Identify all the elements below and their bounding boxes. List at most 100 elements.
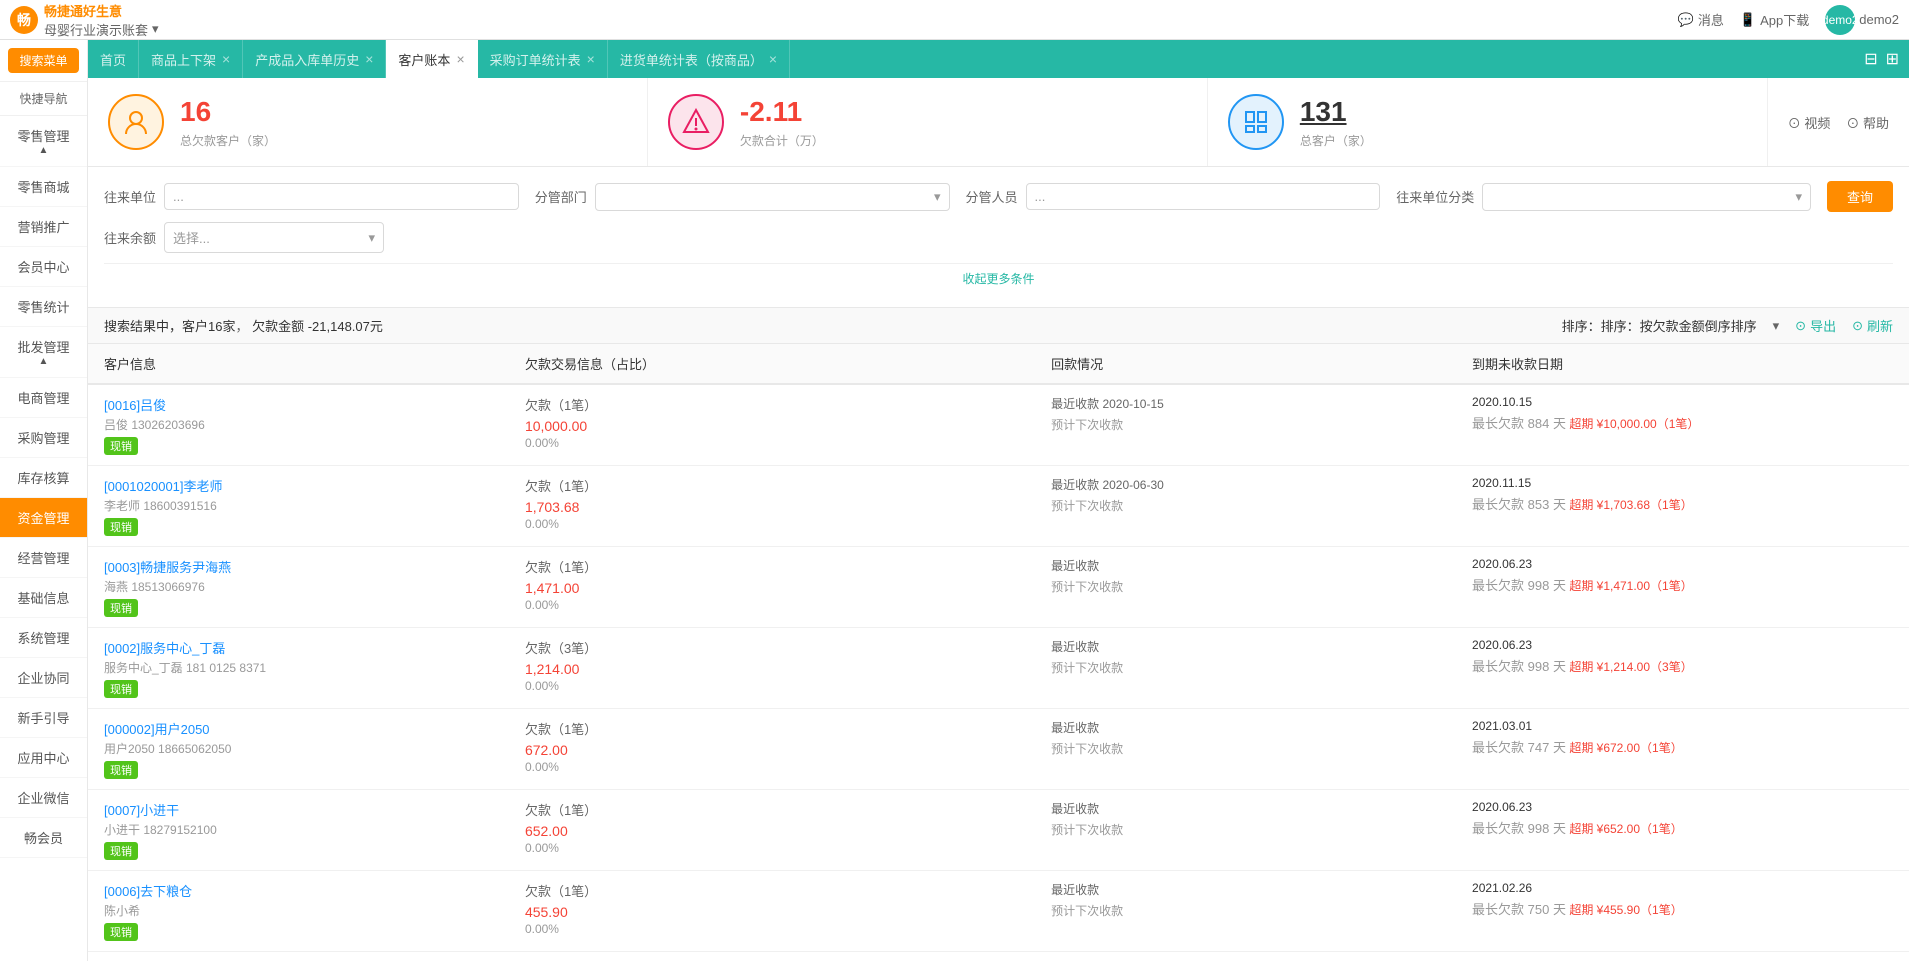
overdue-date: 2021.03.01 — [1472, 719, 1893, 733]
customer-name-link[interactable]: [0007]小进干 — [104, 803, 179, 818]
overdue-link[interactable]: 超期 ¥672.00（1笔） — [1569, 741, 1682, 755]
tab-maximize-icon[interactable]: ⊞ — [1886, 49, 1899, 69]
balance-select[interactable]: 选择... ▾ — [164, 222, 384, 253]
from-unit-input[interactable]: ... — [164, 183, 519, 210]
overdue-days: 最长欠款 998 天 超期 ¥652.00（1笔） — [1472, 818, 1893, 837]
debt-percent: 0.00% — [525, 841, 1051, 855]
customer-name-link[interactable]: [0006]去下粮仓 — [104, 884, 192, 899]
search-menu-button[interactable]: 搜索菜单 — [8, 48, 79, 73]
sidebar-item-changhyuyan[interactable]: 畅会员 — [0, 818, 87, 858]
message-link[interactable]: 💬 消息 — [1678, 10, 1724, 29]
sidebar-item-enterprise-wechat[interactable]: 企业微信 — [0, 778, 87, 818]
collapse-button[interactable]: 收起更多条件 — [104, 263, 1893, 293]
sidebar-item-label: 资金管理 — [17, 508, 69, 527]
dept-select[interactable]: ▾ — [595, 183, 950, 211]
export-button[interactable]: ⊙ 导出 — [1795, 316, 1836, 335]
customer-tag: 现销 — [104, 842, 138, 860]
help-link[interactable]: ⊙ 帮助 — [1846, 113, 1889, 132]
overdue-col: 2020.11.15 最长欠款 853 天 超期 ¥1,703.68（1笔） — [1472, 476, 1893, 513]
tab-label: 进货单统计表（按商品） — [620, 50, 763, 69]
overdue-link[interactable]: 超期 ¥10,000.00（1笔） — [1569, 417, 1699, 431]
debt-customers-icon — [108, 94, 164, 150]
sidebar-item-retail-mall[interactable]: 零售商城 — [0, 167, 87, 207]
customer-info-col: [0016]吕俊 吕俊 13026203696 现销 — [104, 395, 525, 455]
sidebar-item-app-center[interactable]: 应用中心 — [0, 738, 87, 778]
debt-percent: 0.00% — [525, 922, 1051, 936]
customer-name-link[interactable]: [0002]服务中心_丁磊 — [104, 641, 225, 656]
quick-nav-item[interactable]: 快捷导航 — [0, 82, 87, 116]
stat-bar-right: ⊙ 视频 ⊙ 帮助 — [1768, 78, 1909, 166]
close-icon[interactable]: × — [769, 51, 777, 67]
table-header: 客户信息 欠款交易信息（占比） 回款情况 到期未收款日期 — [88, 344, 1909, 385]
sidebar-item-ecom-mgmt[interactable]: 电商管理 — [0, 378, 87, 418]
sidebar-item-finance[interactable]: 资金管理 — [0, 498, 87, 538]
tab-goods-status[interactable]: 商品上下架 × — [139, 40, 243, 78]
sidebar-item-batch-mgmt[interactable]: 批发管理 ▲ — [0, 327, 87, 378]
overdue-link[interactable]: 超期 ¥1,703.68（1笔） — [1569, 498, 1692, 512]
close-icon[interactable]: × — [222, 51, 230, 67]
overdue-days: 最长欠款 750 天 超期 ¥455.90（1笔） — [1472, 899, 1893, 918]
sidebar-item-member[interactable]: 会员中心 — [0, 247, 87, 287]
close-icon[interactable]: × — [456, 51, 464, 67]
customer-sub: 小进干 18279152100 — [104, 821, 525, 838]
debt-col: 欠款（1笔） 652.00 0.00% — [525, 800, 1051, 855]
total-customers-value: 131 — [1300, 96, 1747, 128]
recovery-col: 最近收款 预计下次收款 — [1051, 800, 1472, 838]
unit-class-select[interactable]: ▾ — [1482, 183, 1811, 211]
header-debt: 欠款交易信息（占比） — [525, 354, 1051, 373]
tab-inbound-stats[interactable]: 进货单统计表（按商品） × — [608, 40, 790, 78]
tab-minimize-icon[interactable]: ⊟ — [1864, 49, 1877, 69]
customer-name-link[interactable]: [0001020001]李老师 — [104, 479, 223, 494]
overdue-link[interactable]: 超期 ¥1,214.00（3笔） — [1569, 660, 1692, 674]
overdue-days: 最长欠款 853 天 超期 ¥1,703.68（1笔） — [1472, 494, 1893, 513]
sidebar-item-purchase[interactable]: 采购管理 — [0, 418, 87, 458]
close-icon[interactable]: × — [365, 51, 373, 67]
store-selector[interactable]: 母婴行业演示账套 ▾ — [44, 20, 159, 39]
debt-customers-info: 16 总欠款客户（家） — [180, 96, 627, 149]
overdue-col: 2020.06.23 最长欠款 998 天 超期 ¥1,214.00（3笔） — [1472, 638, 1893, 675]
sidebar-item-new-guide[interactable]: 新手引导 — [0, 698, 87, 738]
data-table: 客户信息 欠款交易信息（占比） 回款情况 到期未收款日期 [0016]吕俊 吕俊… — [88, 344, 1909, 961]
app-download-link[interactable]: 📱 App下载 — [1740, 10, 1809, 29]
sidebar-item-enterprise[interactable]: 企业协同 — [0, 658, 87, 698]
customer-name-link[interactable]: [0003]畅捷服务尹海燕 — [104, 560, 231, 575]
tab-product-history[interactable]: 产成品入库单历史 × — [243, 40, 386, 78]
customer-sub: 服务中心_丁磊 181 0125 8371 — [104, 659, 525, 676]
debt-col: 欠款（3笔） 1,214.00 0.00% — [525, 638, 1051, 693]
customer-sub: 海燕 18513066976 — [104, 578, 525, 595]
user-menu[interactable]: demo2 demo2 — [1825, 5, 1899, 35]
overdue-link[interactable]: 超期 ¥455.90（1笔） — [1569, 903, 1682, 917]
tab-label: 产成品入库单历史 — [255, 50, 359, 69]
header-customer: 客户信息 — [104, 354, 525, 373]
debt-count: 欠款（3笔） — [525, 638, 1051, 657]
sidebar-item-ops-mgmt[interactable]: 经营管理 — [0, 538, 87, 578]
overdue-link[interactable]: 超期 ¥1,471.00（1笔） — [1569, 579, 1692, 593]
tab-purchase-order[interactable]: 采购订单统计表 × — [478, 40, 608, 78]
manager-input[interactable]: ... — [1026, 183, 1381, 210]
recovery-next: 预计下次收款 — [1051, 659, 1472, 676]
debt-percent: 0.00% — [525, 760, 1051, 774]
sidebar-item-label: 基础信息 — [17, 588, 69, 607]
tab-home[interactable]: 首页 — [88, 40, 139, 78]
sidebar-item-basic-info[interactable]: 基础信息 — [0, 578, 87, 618]
refresh-button[interactable]: ⊙ 刷新 — [1852, 316, 1893, 335]
app-container: 畅 畅捷通好生意 母婴行业演示账套 ▾ 💬 消息 📱 App下载 demo2 d… — [0, 0, 1909, 961]
recovery-col: 最近收款 预计下次收款 — [1051, 638, 1472, 676]
sidebar-item-marketing[interactable]: 营销推广 — [0, 207, 87, 247]
sidebar-item-system[interactable]: 系统管理 — [0, 618, 87, 658]
overdue-link[interactable]: 超期 ¥652.00（1笔） — [1569, 822, 1682, 836]
sidebar-item-inventory[interactable]: 库存核算 — [0, 458, 87, 498]
sidebar-item-retail-stats[interactable]: 零售统计 — [0, 287, 87, 327]
sidebar-item-retail-mgmt[interactable]: 零售管理 ▲ — [0, 116, 87, 167]
customer-name-link[interactable]: [000002]用户2050 — [104, 722, 210, 737]
balance-filter: 往来余额 选择... ▾ — [104, 222, 384, 253]
video-link[interactable]: ⊙ 视频 — [1788, 113, 1831, 132]
chevron-down-icon[interactable]: ▾ — [1773, 318, 1780, 334]
tab-customer-account[interactable]: 客户账本 × — [386, 40, 477, 78]
customer-name-link[interactable]: [0016]吕俊 — [104, 398, 166, 413]
close-icon[interactable]: × — [587, 51, 595, 67]
total-customers-label: 总客户（家） — [1300, 132, 1747, 149]
customer-tag: 现销 — [104, 680, 138, 698]
overdue-date: 2020.11.15 — [1472, 476, 1893, 490]
search-button[interactable]: 查询 — [1827, 181, 1893, 212]
